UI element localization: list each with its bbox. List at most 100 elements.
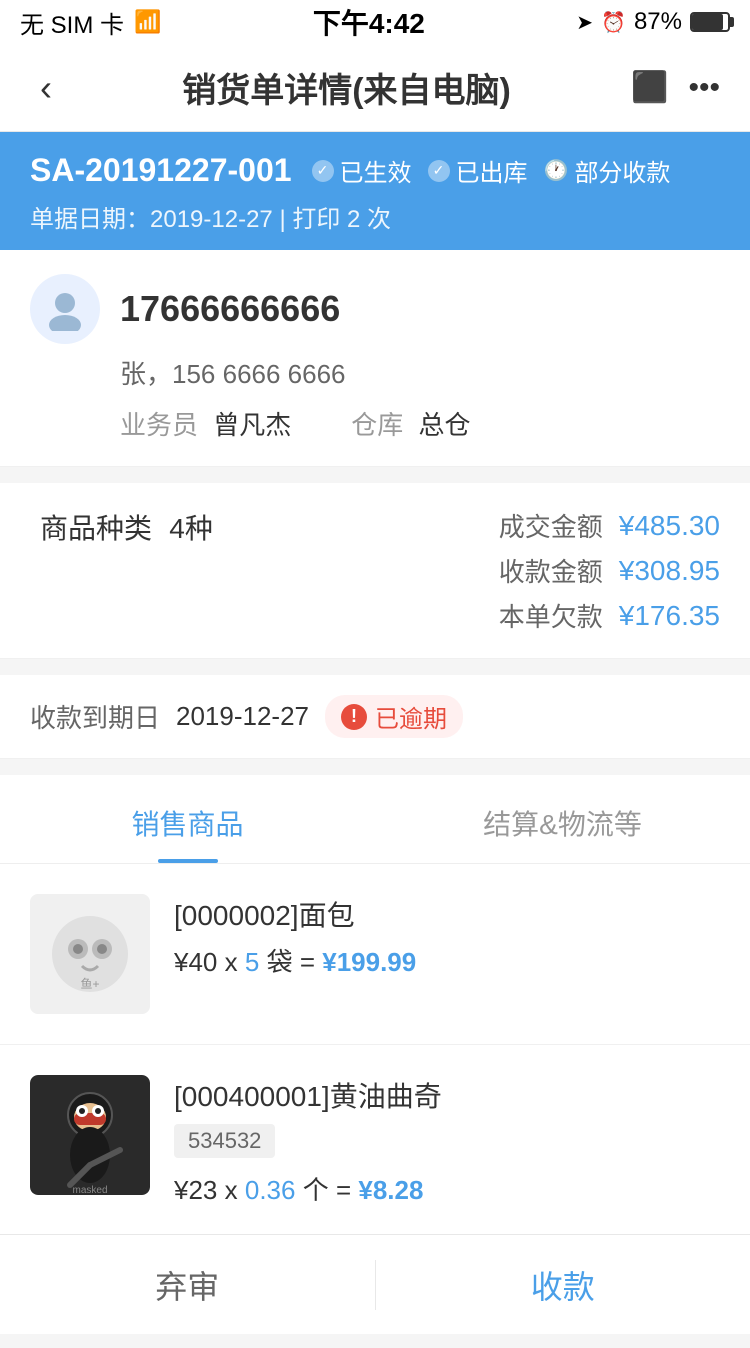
stats-right: 成交金额 ¥485.30 收款金额 ¥308.95 本单欠款 ¥176.35: [499, 507, 720, 634]
check-icon-2: ✓: [428, 160, 450, 182]
product-thumbnail-2: masked: [30, 1075, 150, 1195]
battery-text: 87%: [634, 8, 682, 36]
status-bar: 无 SIM 卡 📶 下午4:42 ➤ ⏰ 87%: [0, 0, 750, 44]
location-icon: ➤: [576, 10, 593, 35]
product-equals-1: =: [300, 947, 322, 977]
tabs-row: 销售商品 结算&物流等: [0, 775, 750, 864]
category-stat: 商品种类 4种: [30, 507, 213, 547]
tab-settlement-label: 结算&物流等: [483, 809, 642, 840]
warehouse-info: 仓库 总仓: [351, 405, 470, 442]
product-sku-2: 534532: [174, 1124, 275, 1158]
warehouse-value: 总仓: [419, 410, 471, 440]
avatar: [30, 274, 100, 344]
product-info-1: [0000002]面包 ¥40 x 5 袋 = ¥199.99: [174, 894, 720, 979]
order-meta: 单据日期：2019-12-27 | 打印 2 次: [30, 199, 720, 234]
user-avatar-icon: [43, 287, 87, 331]
page-title: 销货单详情(来自电脑): [182, 63, 511, 112]
status-left: 无 SIM 卡 📶: [20, 5, 161, 40]
stats-grid: 商品种类 4种 成交金额 ¥485.30 收款金额 ¥308.95 本单欠款 ¥…: [30, 507, 720, 634]
badge-partial-label: 部分收款: [574, 153, 670, 188]
list-item: 鱼+ [0000002]面包 ¥40 x 5 袋 = ¥199.99: [0, 864, 750, 1045]
badge-effective-label: 已生效: [340, 153, 412, 188]
svg-text:鱼+: 鱼+: [80, 977, 99, 991]
overdue-text: 已逾期: [375, 699, 447, 734]
product-unit-2: 个: [303, 1175, 329, 1205]
salesperson-info: 业务员 曾凡杰: [120, 405, 291, 442]
product-price-2: ¥23: [174, 1175, 217, 1205]
warehouse-label: 仓库: [351, 410, 403, 440]
tab-sales-products[interactable]: 销售商品: [0, 775, 375, 863]
deal-label: 成交金额: [499, 507, 603, 544]
product-total-1: ¥199.99: [322, 947, 416, 977]
status-time: 下午4:42: [313, 2, 425, 42]
tab-sales-label: 销售商品: [131, 809, 243, 840]
status-badges: ✓ 已生效 ✓ 已出库 🕐 部分收款: [312, 153, 671, 188]
clock-icon: 🕐: [544, 158, 569, 183]
category-value: 4种: [169, 513, 213, 544]
overdue-icon: !: [341, 704, 367, 730]
stats-left: 商品种类 4种: [30, 507, 213, 547]
badge-partial: 🕐 部分收款: [544, 153, 671, 188]
receipt-value: ¥308.95: [619, 555, 720, 587]
debt-value: ¥176.35: [619, 600, 720, 632]
overdue-badge: ! 已逾期: [325, 695, 463, 738]
receipt-stat: 收款金额 ¥308.95: [499, 552, 720, 589]
product-price-1: ¥40: [174, 947, 217, 977]
customer-info: 业务员 曾凡杰 仓库 总仓: [120, 405, 720, 442]
product-equals-2: =: [336, 1175, 358, 1205]
product-info-2: [000400001]黄油曲奇 534532 ¥23 x 0.36 个 = ¥8…: [174, 1075, 720, 1207]
badge-shipped: ✓ 已出库: [428, 153, 528, 188]
product-multiply-1: x: [225, 947, 245, 977]
nav-bar: ‹ 销货单详情(来自电脑) ⬛ •••: [0, 44, 750, 132]
deal-stat: 成交金额 ¥485.30: [499, 507, 720, 544]
tabs-section: 销售商品 结算&物流等: [0, 775, 750, 864]
product-price-row-2: ¥23 x 0.36 个 = ¥8.28: [174, 1170, 720, 1207]
tab-settlement[interactable]: 结算&物流等: [375, 775, 750, 863]
debt-stat: 本单欠款 ¥176.35: [499, 597, 720, 634]
customer-name-phone: 张，156 6666 6666: [120, 354, 720, 391]
product-multiply-2: x: [225, 1175, 245, 1205]
customer-section: 17666666666 张，156 6666 6666 业务员 曾凡杰 仓库 总…: [0, 250, 750, 467]
wifi-icon: 📶: [134, 9, 161, 35]
alarm-icon: ⏰: [601, 10, 626, 35]
product-price-row-1: ¥40 x 5 袋 = ¥199.99: [174, 942, 720, 979]
category-label: 商品种类: [40, 513, 152, 544]
battery-icon: [690, 12, 730, 32]
product-thumbnail-1: 鱼+: [30, 894, 150, 1014]
status-right: ➤ ⏰ 87%: [576, 8, 730, 36]
nav-actions: ⬛ •••: [631, 70, 720, 105]
product-list: 鱼+ [0000002]面包 ¥40 x 5 袋 = ¥199.99: [0, 864, 750, 1238]
order-id: SA-20191227-001: [30, 152, 292, 189]
check-icon-1: ✓: [312, 160, 334, 182]
salesperson-label: 业务员: [120, 410, 198, 440]
list-item: masked [000400001]黄油曲奇 534532 ¥23 x 0.36…: [0, 1045, 750, 1238]
more-icon[interactable]: •••: [688, 71, 720, 105]
due-label: 收款到期日: [30, 698, 160, 735]
back-button[interactable]: ‹: [30, 57, 62, 119]
product-image-icon-2: masked: [30, 1075, 150, 1195]
product-unit-1: 袋: [267, 947, 293, 977]
due-section: 收款到期日 2019-12-27 ! 已逾期: [0, 675, 750, 759]
debt-label: 本单欠款: [499, 597, 603, 634]
badge-shipped-label: 已出库: [456, 153, 528, 188]
order-print: 打印 2 次: [292, 206, 391, 233]
confirm-button[interactable]: 收款: [376, 1242, 750, 1328]
product-qty-1: 5: [245, 947, 259, 977]
receipt-label: 收款金额: [499, 552, 603, 589]
order-header: SA-20191227-001 ✓ 已生效 ✓ 已出库 🕐 部分收款 单据日期：…: [0, 132, 750, 250]
badge-effective: ✓ 已生效: [312, 153, 412, 188]
product-image-icon-1: 鱼+: [50, 914, 130, 994]
share-icon[interactable]: ⬛: [631, 70, 668, 105]
product-total-2: ¥8.28: [358, 1175, 423, 1205]
product-qty-2: 0.36: [245, 1175, 296, 1205]
svg-text:masked: masked: [72, 1185, 107, 1195]
product-name-1: [0000002]面包: [174, 894, 720, 934]
order-date: 单据日期：2019-12-27: [30, 206, 273, 233]
product-name-2: [000400001]黄油曲奇: [174, 1075, 720, 1115]
cancel-button[interactable]: 弃审: [0, 1242, 375, 1328]
customer-row: 17666666666: [30, 274, 720, 344]
due-date: 2019-12-27: [176, 701, 309, 732]
salesperson-value: 曾凡杰: [213, 410, 291, 440]
order-separator: |: [279, 206, 292, 233]
stats-section: 商品种类 4种 成交金额 ¥485.30 收款金额 ¥308.95 本单欠款 ¥…: [0, 483, 750, 659]
